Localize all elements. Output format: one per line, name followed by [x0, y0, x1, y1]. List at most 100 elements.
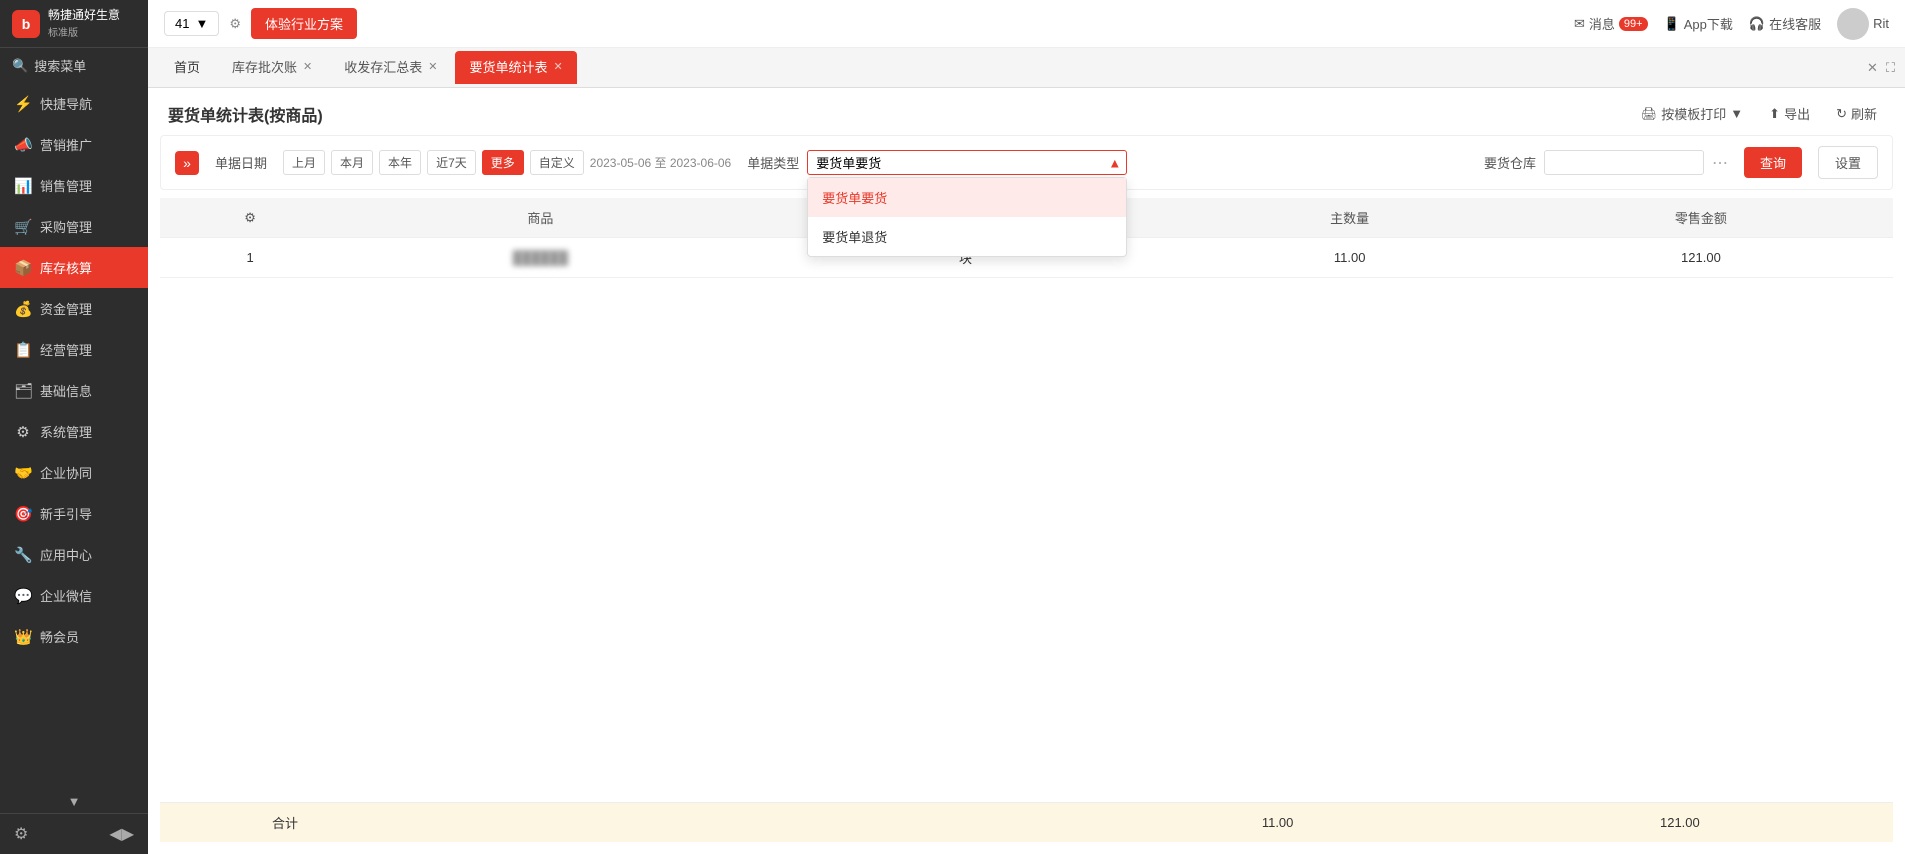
sidebar: b 畅捷通好生意 标准版 🔍 搜索菜单 ⚡ 快捷导航 📣 营销推广 📊 销售管理…	[0, 0, 148, 854]
tab-inventory-batch-close[interactable]: ✕	[303, 60, 312, 73]
collapse-icon[interactable]: ◀▶	[109, 824, 134, 844]
basic-icon: 🗂	[14, 382, 32, 400]
cell-amount: 121.00	[1509, 238, 1893, 278]
export-button[interactable]: ⬆ 导出	[1761, 100, 1818, 127]
sidebar-item-marketing[interactable]: 📣 营销推广	[0, 124, 148, 165]
sidebar-item-apps[interactable]: 🔧 应用中心	[0, 534, 148, 575]
online-service-button[interactable]: 🎧 在线客服	[1749, 14, 1821, 33]
date-btn-last-month[interactable]: 上月	[283, 150, 325, 175]
purchase-icon: 🛒	[14, 218, 32, 236]
sidebar-item-guide[interactable]: 🎯 新手引导	[0, 493, 148, 534]
sidebar-item-enterprise[interactable]: 🤝 企业协同	[0, 452, 148, 493]
tab-bar: 首页 库存批次账 ✕ 收发存汇总表 ✕ 要货单统计表 ✕ ✕ ⛶	[148, 48, 1905, 88]
tab-order-summary[interactable]: 要货单统计表 ✕	[455, 51, 576, 84]
settings-icon[interactable]: ⚙	[14, 824, 28, 844]
finance-icon: 💰	[14, 300, 32, 318]
sidebar-item-purchase[interactable]: 🛒 采购管理	[0, 206, 148, 247]
footer-amount: 121.00	[1479, 815, 1881, 830]
sidebar-item-label: 库存核算	[40, 258, 92, 277]
cell-product: ██████	[340, 238, 741, 278]
chevron-up-icon[interactable]: ▲	[1108, 155, 1121, 170]
service-icon: 🎧	[1749, 16, 1765, 32]
sidebar-item-label: 销售管理	[40, 176, 92, 195]
industry-button[interactable]: 体验行业方案	[251, 8, 357, 39]
sidebar-item-wechat[interactable]: 💬 企业微信	[0, 575, 148, 616]
type-dropdown-menu: 要货单要货 要货单退货	[807, 177, 1127, 257]
dropdown-item-order-return[interactable]: 要货单退货	[808, 217, 1126, 256]
table-settings-icon[interactable]: ⚙	[244, 210, 256, 225]
user-avatar[interactable]: Rit	[1837, 8, 1889, 40]
chevron-down-icon: ▼	[1730, 106, 1743, 121]
date-btn-more[interactable]: 更多	[482, 150, 524, 175]
print-label: 按模板打印	[1661, 104, 1726, 123]
type-select-input[interactable]	[807, 150, 1127, 175]
search-label: 搜索菜单	[34, 56, 86, 75]
footer-quantity: 11.00	[1077, 815, 1479, 830]
sidebar-item-inventory[interactable]: 📦 库存核算	[0, 247, 148, 288]
user-name: Rit	[1873, 16, 1889, 31]
message-button[interactable]: ✉ 消息 99+	[1574, 14, 1648, 33]
col-settings[interactable]: ⚙	[160, 198, 340, 238]
date-btn-this-year[interactable]: 本年	[379, 150, 421, 175]
footer-total-label: 合计	[252, 813, 674, 832]
brand-name: 畅捷通好生意	[48, 8, 120, 24]
tab-inventory-batch[interactable]: 库存批次账 ✕	[218, 51, 326, 84]
topbar-right: ✉ 消息 99+ 📱 App下载 🎧 在线客服 Rit	[1574, 8, 1889, 40]
apps-icon: 🔧	[14, 546, 32, 564]
col-product: 商品	[340, 198, 741, 238]
tab-order-summary-close[interactable]: ✕	[554, 60, 563, 73]
cell-no: 1	[160, 238, 340, 278]
sidebar-item-basic[interactable]: 🗂 基础信息	[0, 370, 148, 411]
message-badge: 99+	[1619, 17, 1648, 31]
table-footer: 合计 11.00 121.00	[160, 802, 1893, 842]
type-select-wrapper: ▲ 要货单要货 要货单退货	[807, 150, 1127, 175]
print-button[interactable]: 🖨 按模板打印 ▼	[1633, 100, 1751, 127]
page-content: 要货单统计表(按商品) 🖨 按模板打印 ▼ ⬆ 导出 ↻ 刷新	[148, 88, 1905, 854]
tab-receive-summary-close[interactable]: ✕	[428, 60, 437, 73]
gear-icon[interactable]: ⚙	[229, 16, 241, 32]
sidebar-item-operations[interactable]: 📋 经营管理	[0, 329, 148, 370]
sidebar-item-system[interactable]: ⚙ 系统管理	[0, 411, 148, 452]
date-btn-custom[interactable]: 自定义	[530, 150, 584, 175]
search-icon: 🔍	[12, 58, 28, 74]
app-download-button[interactable]: 📱 App下载	[1664, 14, 1733, 33]
close-all-icon[interactable]: ✕	[1867, 60, 1878, 76]
dropdown-item-order-goods[interactable]: 要货单要货	[808, 178, 1126, 217]
date-btn-7days[interactable]: 近7天	[427, 150, 476, 175]
filter-row: » 单据日期 上月 本月 本年 近7天 更多 自定义 2023-05-06 至 …	[175, 146, 1878, 179]
type-filter-label: 单据类型	[747, 153, 799, 172]
wechat-icon: 💬	[14, 587, 32, 605]
settings-button[interactable]: 设置	[1818, 146, 1878, 179]
sidebar-item-label: 快捷导航	[40, 94, 92, 113]
query-button[interactable]: 查询	[1744, 147, 1802, 178]
tab-inventory-batch-label: 库存批次账	[232, 57, 297, 76]
warehouse-more-icon[interactable]: ⋯	[1712, 153, 1728, 173]
tab-home-label: 首页	[174, 57, 200, 76]
filter-expand-button[interactable]: »	[175, 151, 199, 175]
refresh-button[interactable]: ↻ 刷新	[1828, 100, 1885, 127]
app-download-label: App下载	[1684, 14, 1733, 33]
page-header: 要货单统计表(按商品) 🖨 按模板打印 ▼ ⬆ 导出 ↻ 刷新	[148, 88, 1905, 135]
store-selector[interactable]: 41 ▼	[164, 11, 219, 36]
maximize-icon[interactable]: ⛶	[1886, 60, 1895, 76]
sidebar-item-sales[interactable]: 📊 销售管理	[0, 165, 148, 206]
sidebar-item-finance[interactable]: 💰 资金管理	[0, 288, 148, 329]
warehouse-input[interactable]	[1544, 150, 1704, 175]
filter-bar: » 单据日期 上月 本月 本年 近7天 更多 自定义 2023-05-06 至 …	[160, 135, 1893, 190]
tab-home[interactable]: 首页	[160, 51, 214, 84]
tab-receive-summary[interactable]: 收发存汇总表 ✕	[330, 51, 451, 84]
sidebar-item-member[interactable]: 👑 畅会员	[0, 616, 148, 657]
sidebar-search[interactable]: 🔍 搜索菜单	[0, 48, 148, 83]
page-title: 要货单统计表(按商品)	[168, 102, 323, 126]
chevron-down-icon: ▼	[195, 16, 208, 31]
sidebar-nav: ⚡ 快捷导航 📣 营销推广 📊 销售管理 🛒 采购管理 📦 库存核算 💰 资金管…	[0, 83, 148, 790]
sidebar-item-quick[interactable]: ⚡ 快捷导航	[0, 83, 148, 124]
message-icon: ✉	[1574, 16, 1585, 32]
date-range-display: 2023-05-06 至 2023-06-06	[590, 154, 731, 171]
date-btn-this-month[interactable]: 本月	[331, 150, 373, 175]
sidebar-item-label: 基础信息	[40, 381, 92, 400]
store-name: 41	[175, 16, 189, 31]
warehouse-filter-group: 要货仓库 ⋯	[1484, 150, 1728, 175]
sidebar-scroll-down[interactable]: ▼	[0, 790, 148, 813]
message-label: 消息	[1589, 14, 1615, 33]
